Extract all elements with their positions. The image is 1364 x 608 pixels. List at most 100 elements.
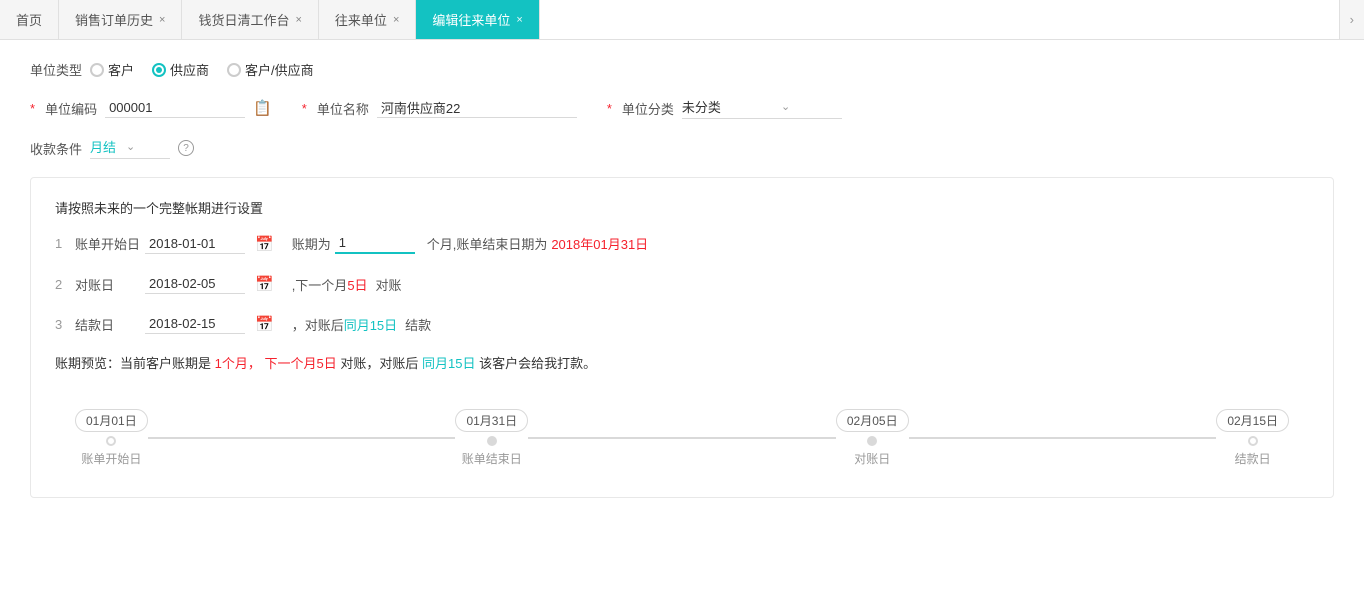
tab-scroll-arrow[interactable]: › — [1339, 0, 1364, 39]
unit-code-field: * 单位编码 📋 — [30, 98, 272, 118]
tabs-bar: 首页 销售订单历史 × 钱货日清工作台 × 往来单位 × 编辑往来单位 × › — [0, 0, 1364, 40]
unit-code-required: * — [30, 101, 35, 116]
tab-sales-history[interactable]: 销售订单历史 × — [59, 0, 182, 39]
period-row-2: 2 对账日 📅 ,下一个月 5日 对账 — [55, 274, 1309, 294]
pay-desc-prefix: ，对账后 — [292, 315, 344, 334]
main-content: 单位类型 客户 供应商 客户/供应商 * 单位编码 — [0, 40, 1364, 608]
tab-sales-history-close[interactable]: × — [159, 14, 165, 26]
radio-customer-label: 客户 — [108, 60, 134, 79]
check-date-input[interactable] — [145, 274, 245, 294]
timeline-point-4: 02月15日 结款日 — [1216, 409, 1289, 467]
unit-type-label: 单位类型 — [30, 60, 82, 79]
period-unit-label: 个月,账单结束日期为 — [427, 234, 548, 253]
preview-text: 账期预览：当前客户账期是 1个月， 下一个月5日 对账，对账后 同月15日 该客… — [55, 354, 1309, 375]
category-dropdown-arrow: ⌄ — [781, 100, 790, 113]
unit-type-field: 单位类型 客户 供应商 客户/供应商 — [30, 60, 314, 79]
tab-counterparty-close[interactable]: × — [393, 14, 399, 26]
period-desc-1a: 账期为 — [292, 234, 331, 253]
unit-name-label: 单位名称 — [317, 99, 369, 118]
timeline-points: 01月01日 账单开始日 01月31日 账单结束日 02月05日 对账日 — [75, 409, 1289, 467]
timeline-badge-1: 01月01日 — [75, 409, 148, 432]
period-end-date: 2018年01月31日 — [551, 234, 648, 253]
radio-both[interactable]: 客户/供应商 — [227, 60, 314, 79]
timeline-dot-2 — [487, 436, 497, 446]
unit-code-input[interactable] — [105, 98, 245, 118]
period-row-3: 3 结款日 📅 ，对账后 同月15日 结款 — [55, 314, 1309, 334]
timeline-point-2: 01月31日 账单结束日 — [455, 409, 528, 467]
period-num-1: 1 — [55, 236, 75, 251]
radio-supplier[interactable]: 供应商 — [152, 60, 209, 79]
timeline-label-3: 对账日 — [854, 450, 890, 467]
timeline-point-3: 02月05日 对账日 — [836, 409, 909, 467]
period-settings-title: 请按照未来的一个完整帐期进行设置 — [55, 198, 1309, 217]
preview-label: 账期预览：当前客户账期是 — [55, 356, 211, 371]
tab-edit-counterparty-label: 编辑往来单位 — [432, 10, 510, 29]
period-row-2-label: 对账日 — [75, 275, 145, 294]
period-row-1-label: 账单开始日 — [75, 234, 145, 253]
start-date-input[interactable] — [145, 234, 245, 254]
unit-type-row: 单位类型 客户 供应商 客户/供应商 — [30, 60, 1334, 79]
timeline-label-1: 账单开始日 — [81, 450, 141, 467]
tab-edit-counterparty[interactable]: 编辑往来单位 × — [416, 0, 539, 39]
radio-customer[interactable]: 客户 — [90, 60, 134, 79]
timeline-dot-3 — [867, 436, 877, 446]
tab-counterparty-label: 往来单位 — [335, 10, 387, 29]
unit-category-field: * 单位分类 未分类 ⌄ — [607, 97, 842, 119]
timeline: 01月01日 账单开始日 01月31日 账单结束日 02月05日 对账日 — [55, 399, 1309, 477]
unit-category-select[interactable]: 未分类 ⌄ — [682, 97, 842, 119]
tab-edit-counterparty-close[interactable]: × — [516, 14, 522, 26]
tab-cashflow[interactable]: 钱货日清工作台 × — [182, 0, 318, 39]
preview-check-date: 下一个月5日 — [265, 356, 337, 371]
timeline-badge-4: 02月15日 — [1216, 409, 1289, 432]
check-day: 5日 — [347, 275, 367, 294]
unit-info-row: * 单位编码 📋 * 单位名称 * 单位分类 未分类 ⌄ — [30, 97, 1334, 119]
payment-terms-label: 收款条件 — [30, 139, 82, 158]
timeline-label-2: 账单结束日 — [462, 450, 522, 467]
unit-category-required: * — [607, 101, 612, 116]
check-desc-suffix: 对账 — [376, 275, 402, 294]
tab-cashflow-close[interactable]: × — [295, 14, 301, 26]
check-desc-prefix: ,下一个月 — [292, 275, 348, 294]
payment-terms-dropdown-arrow: ⌄ — [126, 140, 135, 153]
timeline-spacer-1 — [148, 437, 456, 439]
timeline-badge-3: 02月05日 — [836, 409, 909, 432]
start-date-calendar-icon[interactable]: 📅 — [255, 235, 274, 253]
help-icon[interactable]: ? — [178, 140, 194, 156]
timeline-spacer-3 — [909, 437, 1217, 439]
pay-day: 同月15日 — [344, 315, 397, 334]
copy-icon[interactable]: 📋 — [253, 99, 272, 117]
payment-terms-field: 收款条件 月结 ⌄ ? — [30, 137, 194, 159]
pay-date-calendar-icon[interactable]: 📅 — [255, 315, 274, 333]
unit-category-label: 单位分类 — [622, 99, 674, 118]
timeline-point-1: 01月01日 账单开始日 — [75, 409, 148, 467]
payment-terms-value: 月结 — [90, 137, 116, 156]
timeline-label-4: 结款日 — [1235, 450, 1271, 467]
timeline-dot-1 — [106, 436, 116, 446]
payment-terms-select[interactable]: 月结 ⌄ — [90, 137, 170, 159]
radio-supplier-label: 供应商 — [170, 60, 209, 79]
unit-name-required: * — [302, 101, 307, 116]
unit-name-input[interactable] — [377, 98, 577, 118]
period-settings-box: 请按照未来的一个完整帐期进行设置 1 账单开始日 📅 账期为 个月,账单结束日期… — [30, 177, 1334, 498]
radio-both-circle — [227, 63, 241, 77]
tab-home-label: 首页 — [16, 10, 42, 29]
period-num-3: 3 — [55, 317, 75, 332]
tab-home[interactable]: 首页 — [0, 0, 59, 39]
unit-category-value: 未分类 — [682, 97, 721, 116]
pay-date-input[interactable] — [145, 314, 245, 334]
check-date-calendar-icon[interactable]: 📅 — [255, 275, 274, 293]
unit-name-field: * 单位名称 — [302, 98, 577, 118]
payment-terms-row: 收款条件 月结 ⌄ ? — [30, 137, 1334, 159]
pay-desc-suffix: 结款 — [405, 315, 431, 334]
tab-counterparty[interactable]: 往来单位 × — [319, 0, 416, 39]
preview-check-suffix: 对账，对账后 — [340, 356, 418, 371]
timeline-spacer-2 — [528, 437, 836, 439]
preview-pay-suffix: 该客户会给我打款。 — [479, 356, 596, 371]
chevron-right-icon: › — [1350, 12, 1354, 27]
tab-sales-history-label: 销售订单历史 — [75, 10, 153, 29]
period-months-input[interactable] — [335, 233, 415, 254]
timeline-badge-2: 01月31日 — [455, 409, 528, 432]
unit-code-label: 单位编码 — [45, 99, 97, 118]
tab-cashflow-label: 钱货日清工作台 — [198, 10, 289, 29]
timeline-dot-4 — [1248, 436, 1258, 446]
